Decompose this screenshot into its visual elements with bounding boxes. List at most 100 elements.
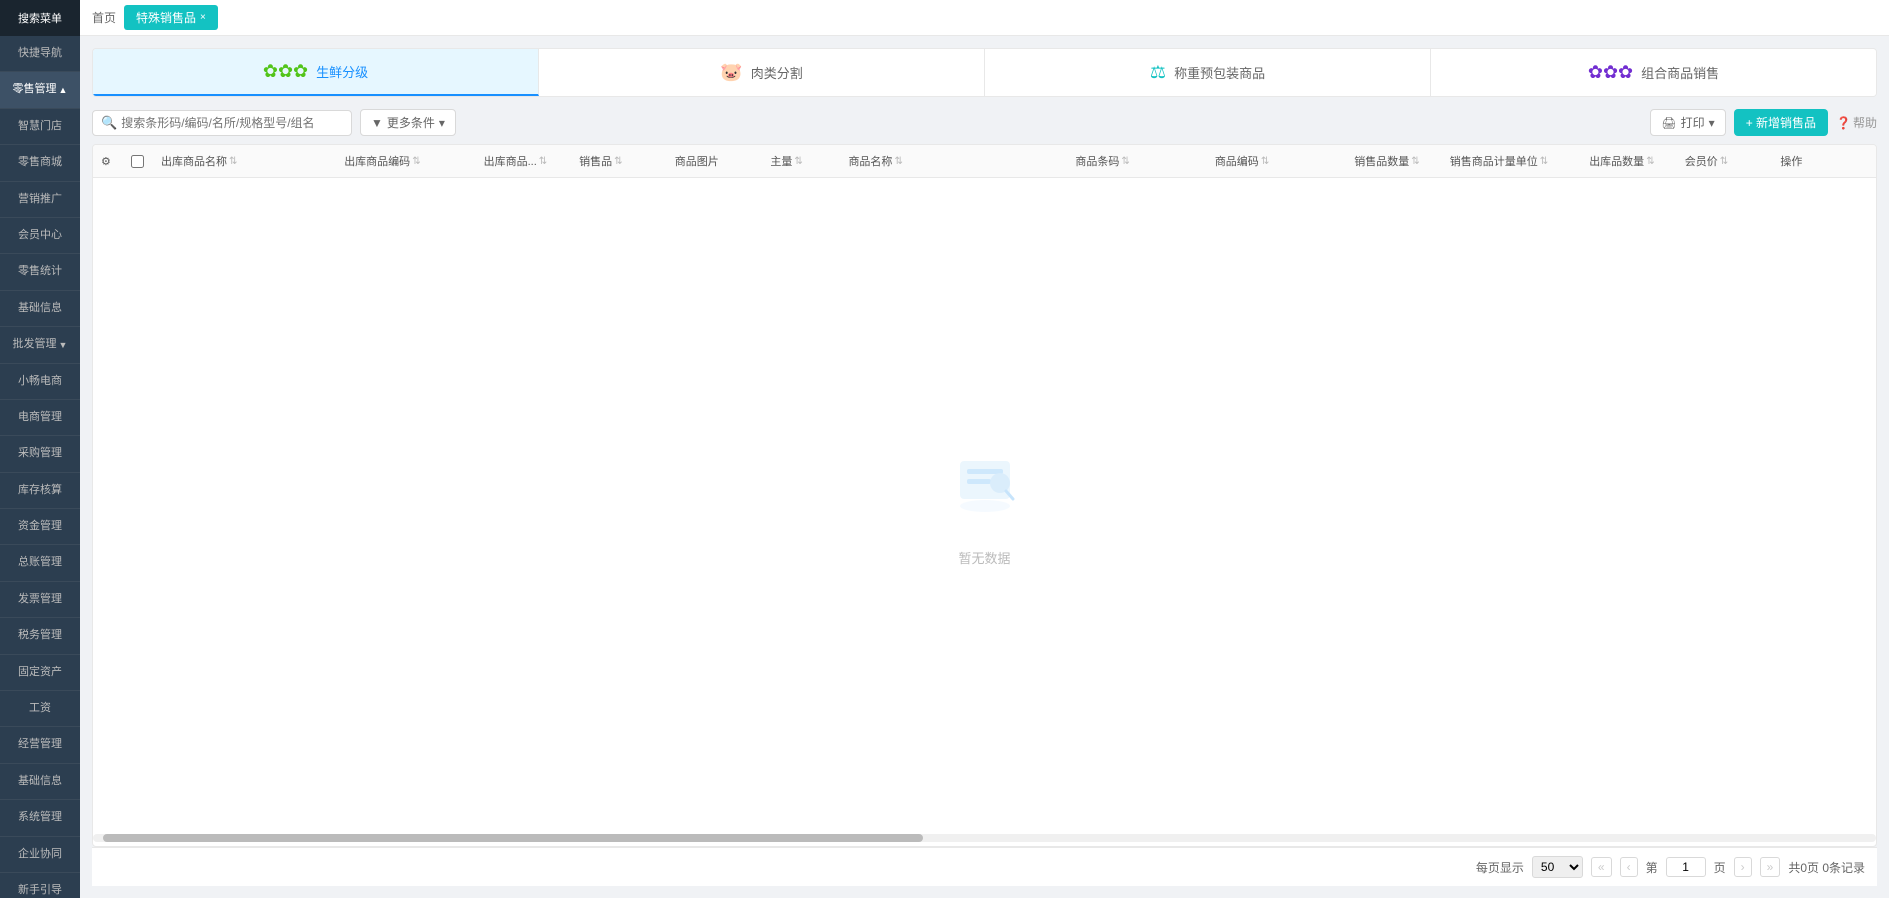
sidebar-item-general-ledger[interactable]: 总账管理: [0, 545, 80, 581]
empty-state: 暂无数据: [93, 178, 1876, 830]
sidebar-item-company-agreement[interactable]: 企业协同: [0, 837, 80, 873]
pagination: 每页显示 50 10 20 100 « ‹ 第 页 › » 共0页 0条记录: [92, 847, 1877, 886]
sidebar-item-system-mgmt[interactable]: 系统管理: [0, 800, 80, 836]
total-info: 共0页 0条记录: [1788, 859, 1865, 876]
page-unit-label: 页: [1714, 859, 1726, 876]
prev-page-button[interactable]: ‹: [1620, 857, 1638, 877]
sidebar-item-purchase-mgmt[interactable]: 采购管理: [0, 436, 80, 472]
th-checkbox[interactable]: [127, 155, 157, 168]
sidebar-item-retail-mall[interactable]: 零售商城: [0, 145, 80, 181]
last-page-button[interactable]: »: [1760, 857, 1781, 877]
search-icon: 🔍: [101, 115, 117, 131]
th-goods-code: 商品编码 ⇅: [1211, 153, 1350, 169]
page-size-select[interactable]: 50 10 20 100: [1532, 856, 1583, 878]
meat-cut-icon: 🐷: [720, 62, 742, 83]
sort-icon[interactable]: ⇅: [229, 156, 237, 167]
scale-prepack-icon: ⚖: [1150, 62, 1166, 83]
sidebar-item-wholesale-mgmt[interactable]: 批发管理 ▼: [0, 327, 80, 363]
page-size-label: 每页显示: [1476, 859, 1524, 876]
sort-icon[interactable]: ⇅: [539, 156, 547, 167]
sidebar-item-ops-mgmt[interactable]: 经营管理: [0, 727, 80, 763]
sidebar-item-marketing[interactable]: 营销推广: [0, 182, 80, 218]
sidebar-item-quick-nav[interactable]: 快捷导航: [0, 36, 80, 72]
topbar: 首页 特殊销售品 ×: [80, 0, 1889, 36]
page-label: 第: [1646, 859, 1658, 876]
tab-fresh-grade[interactable]: ✿✿✿ 生鲜分级: [93, 49, 539, 96]
topbar-tab-special-sales[interactable]: 特殊销售品 ×: [124, 5, 218, 30]
page-number-input[interactable]: [1666, 857, 1706, 877]
select-all-checkbox[interactable]: [131, 155, 144, 168]
th-outlet-spec: 出库商品... ⇅: [480, 153, 576, 169]
print-icon: 🖨: [1661, 116, 1676, 130]
search-input[interactable]: [121, 116, 343, 130]
tab-combo-sales[interactable]: ✿✿✿ 组合商品销售: [1431, 49, 1876, 96]
sidebar-item-invoice-mgmt[interactable]: 发票管理: [0, 582, 80, 618]
sidebar-item-retail-mgmt[interactable]: 零售管理 ▲: [0, 72, 80, 108]
combo-sales-icon: ✿✿✿: [1588, 62, 1633, 83]
chevron-down-icon: ▼: [59, 339, 68, 352]
filter-icon: ▼: [371, 116, 383, 130]
sidebar-logo[interactable]: 搜索菜单: [0, 0, 80, 36]
sort-icon[interactable]: ⇅: [1121, 156, 1129, 167]
th-member-price: 会员价 ⇅: [1681, 153, 1777, 169]
print-button[interactable]: 🖨 打印 ▾: [1650, 109, 1725, 136]
filter-button[interactable]: ▼ 更多条件 ▾: [360, 109, 456, 136]
th-sale-unit: 销售商品计量单位 ⇅: [1446, 153, 1585, 169]
sidebar: 搜索菜单 快捷导航 零售管理 ▲ 智慧门店 零售商城 营销推广 会员中心 零售统…: [0, 0, 80, 898]
sort-icon[interactable]: ⇅: [614, 156, 622, 167]
sidebar-item-inventory-check[interactable]: 库存核算: [0, 473, 80, 509]
first-page-button[interactable]: «: [1591, 857, 1612, 877]
sort-icon[interactable]: ⇅: [1261, 156, 1269, 167]
th-outlet-qty: 出库品数量 ⇅: [1585, 153, 1681, 169]
fresh-grade-icon: ✿✿✿: [263, 61, 308, 82]
empty-state-icon: [945, 441, 1025, 536]
sort-icon[interactable]: ⇅: [1411, 156, 1419, 167]
th-action: 操作: [1776, 153, 1872, 169]
sort-icon[interactable]: ⇅: [894, 156, 902, 167]
sidebar-item-ecommerce-mgmt[interactable]: 电商管理: [0, 400, 80, 436]
sidebar-item-basic-info[interactable]: 基础信息: [0, 291, 80, 327]
gear-icon: ⚙: [101, 155, 111, 168]
help-button[interactable]: ❓ 帮助: [1836, 114, 1877, 131]
tab-close-icon[interactable]: ×: [200, 12, 206, 23]
scroll-thumb[interactable]: [103, 834, 923, 842]
tab-scale-prepack[interactable]: ⚖ 称重预包装商品: [985, 49, 1431, 96]
toolbar-left: 🔍 ▼ 更多条件 ▾: [92, 109, 456, 136]
tab-meat-cut[interactable]: 🐷 肉类分割: [539, 49, 985, 96]
sidebar-item-membership[interactable]: 会员中心: [0, 218, 80, 254]
th-image: 商品图片: [671, 153, 767, 169]
topbar-home-link[interactable]: 首页: [92, 9, 116, 26]
new-sale-item-button[interactable]: + 新增销售品: [1734, 109, 1828, 136]
table-header: ⚙ 出库商品名称 ⇅ 出库商品编码 ⇅ 出库商品... ⇅: [93, 145, 1876, 178]
chevron-down-icon: ▲: [59, 84, 68, 97]
print-arrow-icon: ▾: [1709, 116, 1715, 130]
sidebar-logo-text: 搜索菜单: [18, 10, 62, 26]
sidebar-item-retail-stats[interactable]: 零售统计: [0, 254, 80, 290]
sidebar-item-finance-mgmt[interactable]: 资金管理: [0, 509, 80, 545]
toolbar-right: 🖨 打印 ▾ + 新增销售品 ❓ 帮助: [1650, 109, 1877, 136]
sort-icon[interactable]: ⇅: [1540, 156, 1548, 167]
sort-icon[interactable]: ⇅: [1720, 156, 1728, 167]
next-page-button[interactable]: ›: [1734, 857, 1752, 877]
sidebar-item-mini-app[interactable]: 小畅电商: [0, 364, 80, 400]
sort-icon[interactable]: ⇅: [412, 156, 420, 167]
horizontal-scrollbar[interactable]: [93, 834, 1876, 842]
sidebar-item-tax-mgmt[interactable]: 税务管理: [0, 618, 80, 654]
data-table: ⚙ 出库商品名称 ⇅ 出库商品编码 ⇅ 出库商品... ⇅: [92, 144, 1877, 847]
th-gear[interactable]: ⚙: [97, 155, 127, 168]
sort-icon[interactable]: ⇅: [1646, 156, 1654, 167]
th-outlet-name: 出库商品名称 ⇅: [157, 153, 340, 169]
toolbar: 🔍 ▼ 更多条件 ▾ 🖨 打印 ▾ + 新增销售品: [92, 109, 1877, 136]
th-sale-item: 销售品 ⇅: [575, 153, 671, 169]
sort-icon[interactable]: ⇅: [794, 156, 802, 167]
sidebar-item-hr[interactable]: 工资: [0, 691, 80, 727]
search-box[interactable]: 🔍: [92, 110, 352, 136]
th-main-qty: 主量 ⇅: [766, 153, 844, 169]
sidebar-item-new-guide[interactable]: 新手引导: [0, 873, 80, 898]
sidebar-item-fixed-assets[interactable]: 固定资产: [0, 655, 80, 691]
main-content: 首页 特殊销售品 × ✿✿✿ 生鲜分级 🐷 肉类分割 ⚖ 称重预包装商品 ✿✿✿…: [80, 0, 1889, 898]
th-goods-name: 商品名称 ⇅: [844, 153, 1071, 169]
sidebar-item-basic-info2[interactable]: 基础信息: [0, 764, 80, 800]
sidebar-item-smart-store[interactable]: 智慧门店: [0, 109, 80, 145]
help-icon: ❓: [1836, 116, 1851, 130]
